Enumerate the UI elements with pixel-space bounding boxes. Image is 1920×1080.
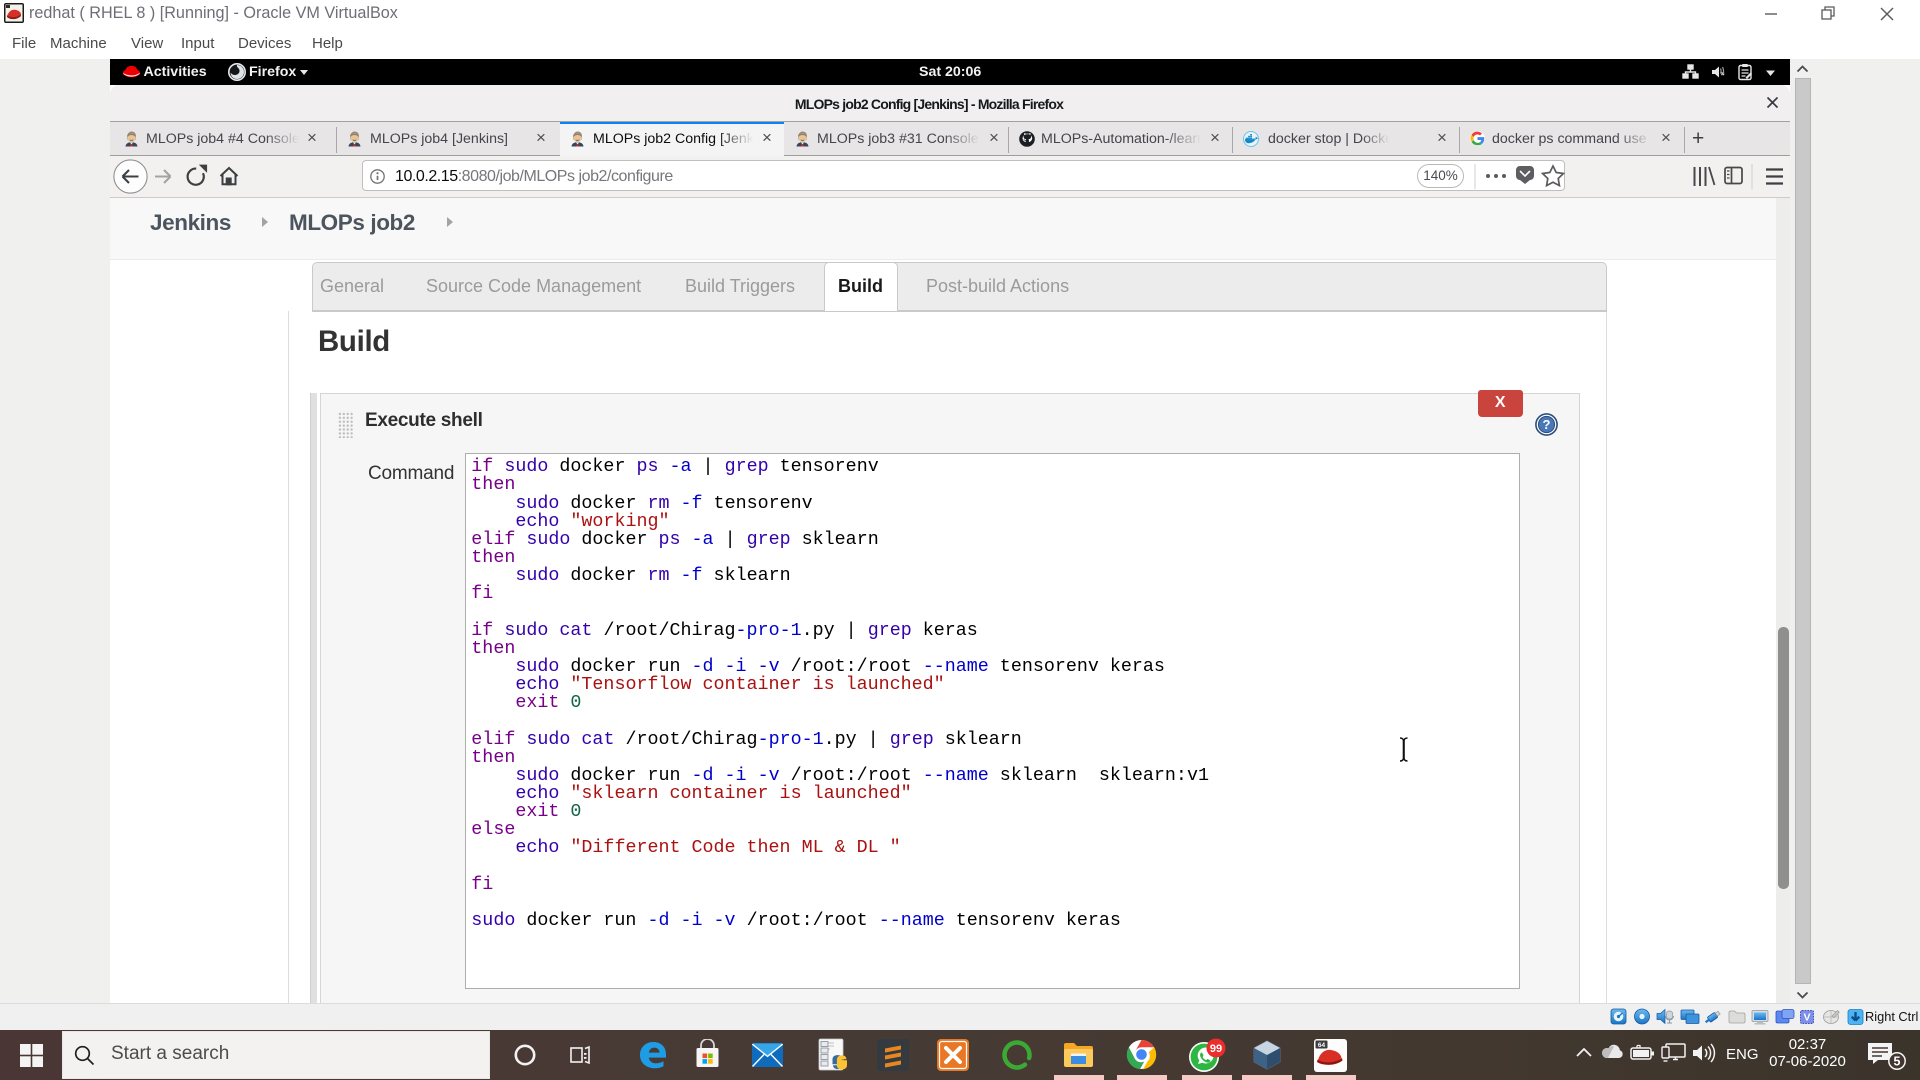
svg-text:5: 5 xyxy=(1894,1055,1901,1069)
svg-text:99: 99 xyxy=(1210,1043,1222,1055)
svg-text:V: V xyxy=(1803,1012,1810,1024)
svg-text:64: 64 xyxy=(1318,1042,1326,1049)
svg-text:?: ? xyxy=(1543,417,1551,432)
